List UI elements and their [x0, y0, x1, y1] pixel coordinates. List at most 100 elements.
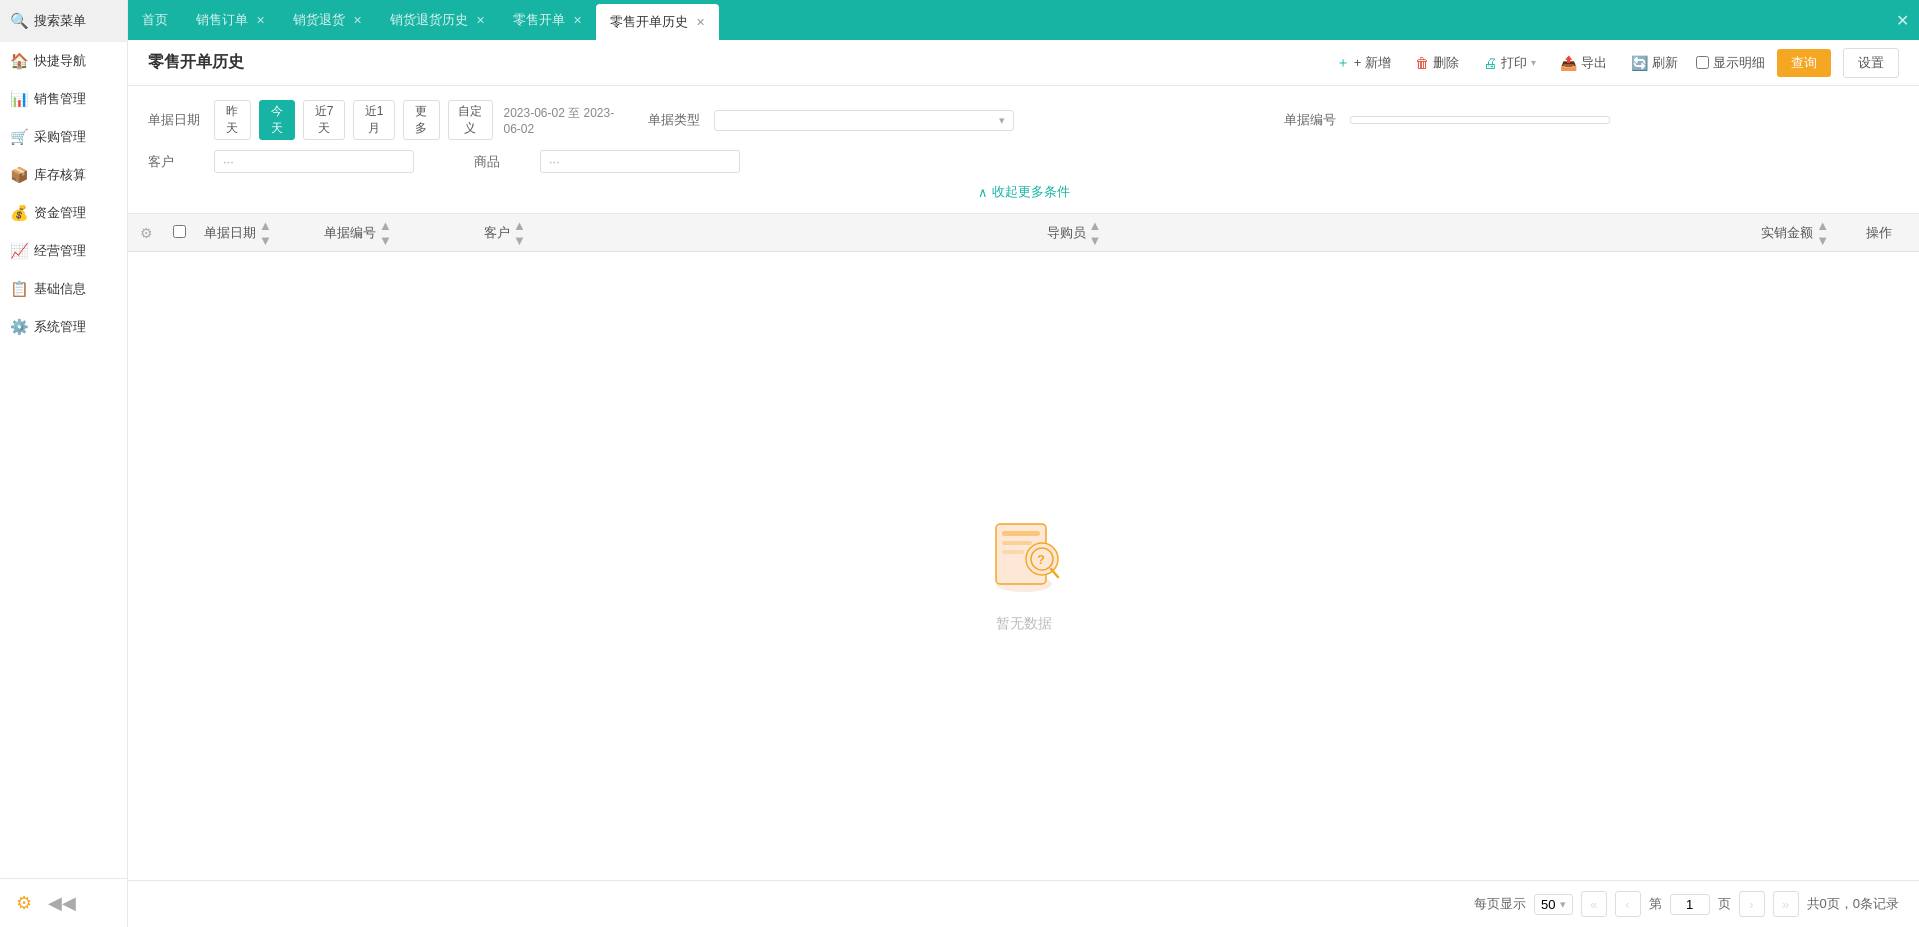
date-btn-1month[interactable]: 近1月: [353, 100, 395, 140]
tab-sales-order-label: 销售订单: [196, 11, 248, 29]
svg-rect-2: [1002, 531, 1040, 536]
first-page-icon: «: [1590, 897, 1597, 912]
tab-bar-close-icon[interactable]: ✕: [1896, 11, 1909, 30]
doc-num-section: 单据编号: [1284, 111, 1900, 129]
th-amount[interactable]: 实销金额 ▲▼: [1719, 218, 1839, 248]
date-btn-more[interactable]: 更多: [403, 100, 440, 140]
per-page-label: 每页显示: [1474, 895, 1526, 913]
sidebar-item-label: 经营管理: [34, 242, 86, 260]
table-header-checkbox[interactable]: [164, 225, 194, 241]
sidebar-item-purchase-mgmt[interactable]: 🛒 采购管理: [0, 118, 127, 156]
customer-section: 客户 ···: [148, 150, 414, 173]
next-page-button[interactable]: ›: [1739, 891, 1765, 917]
export-button[interactable]: 📤 导出: [1554, 50, 1613, 76]
tab-sales-return-history[interactable]: 销货退货历史 ✕: [376, 0, 499, 40]
tab-retail-open-history[interactable]: 零售开单历史 ✕: [596, 4, 719, 40]
goods-section: 商品 ···: [474, 150, 740, 173]
tab-retail-open-close[interactable]: ✕: [573, 15, 582, 26]
tab-retail-open[interactable]: 零售开单 ✕: [499, 0, 596, 40]
date-btn-custom[interactable]: 自定义: [448, 100, 494, 140]
doc-type-select[interactable]: ▾: [714, 110, 1014, 131]
page-header: 零售开单历史 ＋ + 新增 🗑 删除 🖨 打印 ▾ 📤 导出 🔄 刷新: [128, 40, 1919, 86]
th-customer-sort-icon: ▲▼: [513, 218, 526, 248]
current-page-input[interactable]: [1670, 894, 1710, 915]
tab-sales-return-label: 销货退货: [293, 11, 345, 29]
collapse-sidebar-icon[interactable]: ◀◀: [48, 889, 76, 917]
page-size-arrow: ▾: [1560, 898, 1566, 911]
print-button[interactable]: 🖨 打印 ▾: [1477, 50, 1542, 76]
sidebar-item-quick-nav[interactable]: 🏠 快捷导航: [0, 42, 127, 80]
show-detail-checkbox[interactable]: [1696, 56, 1709, 69]
th-guide-sort-icon: ▲▼: [1089, 218, 1102, 248]
svg-line-7: [1051, 569, 1058, 577]
doc-num-input[interactable]: [1350, 116, 1610, 124]
tab-sales-order[interactable]: 销售订单 ✕: [182, 0, 279, 40]
sidebar-item-label: 销售管理: [34, 90, 86, 108]
th-num-label: 单据编号: [324, 224, 376, 242]
tab-sales-return-history-close[interactable]: ✕: [476, 15, 485, 26]
th-customer[interactable]: 客户 ▲▼: [474, 218, 1037, 248]
th-num[interactable]: 单据编号 ▲▼: [314, 218, 474, 248]
cart-icon: 🛒: [10, 128, 28, 146]
th-guide[interactable]: 导购员 ▲▼: [1037, 218, 1157, 248]
tab-sales-return-close[interactable]: ✕: [353, 15, 362, 26]
print-arrow-icon: ▾: [1531, 57, 1536, 68]
customer-ellipsis: ···: [223, 154, 234, 169]
date-btn-7days[interactable]: 近7天: [303, 100, 345, 140]
date-btn-today[interactable]: 今天: [259, 100, 296, 140]
page-size-select[interactable]: 50 ▾: [1534, 894, 1572, 915]
delete-button[interactable]: 🗑 删除: [1409, 50, 1465, 76]
goods-ellipsis: ···: [549, 154, 560, 169]
tab-retail-open-history-label: 零售开单历史: [610, 13, 688, 31]
collapse-up-icon: ∧: [978, 185, 988, 200]
svg-text:?: ?: [1037, 552, 1045, 567]
sidebar-item-label: 资金管理: [34, 204, 86, 222]
doc-num-label: 单据编号: [1284, 111, 1340, 129]
add-button[interactable]: ＋ + 新增: [1330, 50, 1397, 76]
sidebar-item-operations[interactable]: 📈 经营管理: [0, 232, 127, 270]
money-icon: 💰: [10, 204, 28, 222]
date-btn-yesterday[interactable]: 昨天: [214, 100, 251, 140]
sidebar-item-system[interactable]: ⚙️ 系统管理: [0, 308, 127, 346]
table-header: ⚙ 单据日期 ▲▼ 单据编号 ▲▼ 客户 ▲▼ 导购员 ▲▼ 实销金额: [128, 214, 1919, 252]
sidebar-item-basics[interactable]: 📋 基础信息: [0, 270, 127, 308]
last-page-icon: »: [1782, 897, 1789, 912]
last-page-button[interactable]: »: [1773, 891, 1799, 917]
sidebar-item-finance[interactable]: 💰 资金管理: [0, 194, 127, 232]
pagination: 每页显示 50 ▾ « ‹ 第 页 › » 共0页，0条记录: [128, 880, 1919, 927]
svg-rect-4: [1002, 550, 1024, 554]
show-detail-checkbox-label[interactable]: 显示明细: [1696, 54, 1765, 72]
settings-button[interactable]: 设置: [1843, 48, 1899, 78]
goods-label: 商品: [474, 153, 530, 171]
sidebar-search[interactable]: 🔍 搜索菜单: [0, 0, 127, 42]
table-gear-icon[interactable]: ⚙: [128, 225, 164, 241]
search-icon: 🔍: [10, 12, 28, 30]
svg-rect-3: [1002, 541, 1032, 545]
settings-bottom-icon[interactable]: ⚙: [10, 889, 38, 917]
sidebar-item-sales-mgmt[interactable]: 📊 销售管理: [0, 80, 127, 118]
page-size-value: 50: [1541, 897, 1555, 912]
date-filter-section: 单据日期 昨天 今天 近7天 近1月 更多 自定义 2023-06-02 至 2…: [148, 100, 628, 140]
customer-input[interactable]: ···: [214, 150, 414, 173]
collapse-filter-btn[interactable]: ∧ 收起更多条件: [148, 183, 1899, 201]
header-actions: ＋ + 新增 🗑 删除 🖨 打印 ▾ 📤 导出 🔄 刷新: [1330, 48, 1899, 78]
tab-sales-order-close[interactable]: ✕: [256, 15, 265, 26]
filter-row-1: 单据日期 昨天 今天 近7天 近1月 更多 自定义 2023-06-02 至 2…: [148, 100, 1899, 140]
tab-bar-right: ✕: [1896, 11, 1919, 30]
sidebar-item-label: 库存核算: [34, 166, 86, 184]
prev-page-button[interactable]: ‹: [1615, 891, 1641, 917]
select-all-checkbox[interactable]: [173, 225, 186, 238]
tab-sales-return[interactable]: 销货退货 ✕: [279, 0, 376, 40]
th-amount-label: 实销金额: [1761, 224, 1813, 242]
first-page-button[interactable]: «: [1581, 891, 1607, 917]
tab-retail-open-history-close[interactable]: ✕: [696, 17, 705, 28]
th-date[interactable]: 单据日期 ▲▼: [194, 218, 314, 248]
goods-input[interactable]: ···: [540, 150, 740, 173]
th-action-label: 操作: [1866, 224, 1892, 242]
query-button[interactable]: 查询: [1777, 49, 1831, 77]
sidebar-item-inventory[interactable]: 📦 库存核算: [0, 156, 127, 194]
refresh-button[interactable]: 🔄 刷新: [1625, 50, 1684, 76]
empty-state: ? 暂无数据: [128, 252, 1919, 880]
tab-home[interactable]: 首页: [128, 0, 182, 40]
th-guide-label: 导购员: [1047, 224, 1086, 242]
